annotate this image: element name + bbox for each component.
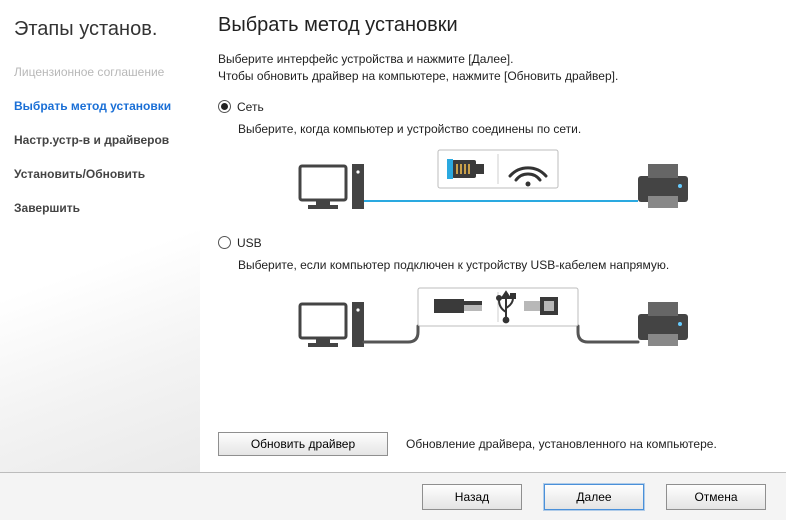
next-button[interactable]: Далее: [544, 484, 644, 510]
printer-icon: [638, 164, 688, 208]
diagram-usb: [238, 282, 764, 366]
main-panel: Выбрать метод установки Выберите интерфе…: [200, 0, 786, 472]
usb-a-icon: [434, 299, 482, 313]
footer: Назад Далее Отмена: [0, 472, 786, 520]
update-driver-text: Обновление драйвера, установленного на к…: [406, 437, 717, 451]
computer-icon: [300, 164, 364, 209]
back-button[interactable]: Назад: [422, 484, 522, 510]
instruction-line-1: Выберите интерфейс устройства и нажмите …: [218, 52, 513, 66]
option-usb: USB Выберите, если компьютер подключен к…: [218, 236, 764, 366]
sidebar-title: Этапы установ.: [14, 18, 188, 41]
cancel-button[interactable]: Отмена: [666, 484, 766, 510]
usb-badge: [418, 288, 578, 326]
sidebar-item-install: Установить/Обновить: [14, 167, 188, 181]
sidebar-item-finish: Завершить: [14, 201, 188, 215]
option-network: Сеть Выберите, когда компьютер и устройс…: [218, 100, 764, 226]
option-network-desc: Выберите, когда компьютер и устройство с…: [238, 122, 764, 136]
radio-usb-label[interactable]: USB: [237, 236, 262, 250]
option-usb-desc: Выберите, если компьютер подключен к уст…: [238, 258, 764, 272]
sidebar-item-license: Лицензионное соглашение: [14, 65, 188, 79]
network-badge: [438, 150, 558, 188]
sidebar-item-method: Выбрать метод установки: [14, 99, 188, 113]
usb-cable-line: [364, 326, 638, 342]
instruction-text: Выберите интерфейс устройства и нажмите …: [218, 51, 764, 86]
radio-network[interactable]: [218, 100, 231, 113]
sidebar-item-configure: Настр.устр-в и драйверов: [14, 133, 188, 147]
printer-icon: [638, 302, 688, 346]
update-driver-button[interactable]: Обновить драйвер: [218, 432, 388, 456]
sidebar: Этапы установ. Лицензионное соглашение В…: [0, 0, 200, 472]
update-driver-row: Обновить драйвер Обновление драйвера, ус…: [218, 426, 764, 464]
computer-icon: [300, 302, 364, 347]
radio-usb[interactable]: [218, 236, 231, 249]
page-title: Выбрать метод установки: [218, 14, 764, 37]
diagram-network: [238, 146, 764, 226]
instruction-line-2: Чтобы обновить драйвер на компьютере, на…: [218, 69, 618, 83]
radio-network-label[interactable]: Сеть: [237, 100, 264, 114]
